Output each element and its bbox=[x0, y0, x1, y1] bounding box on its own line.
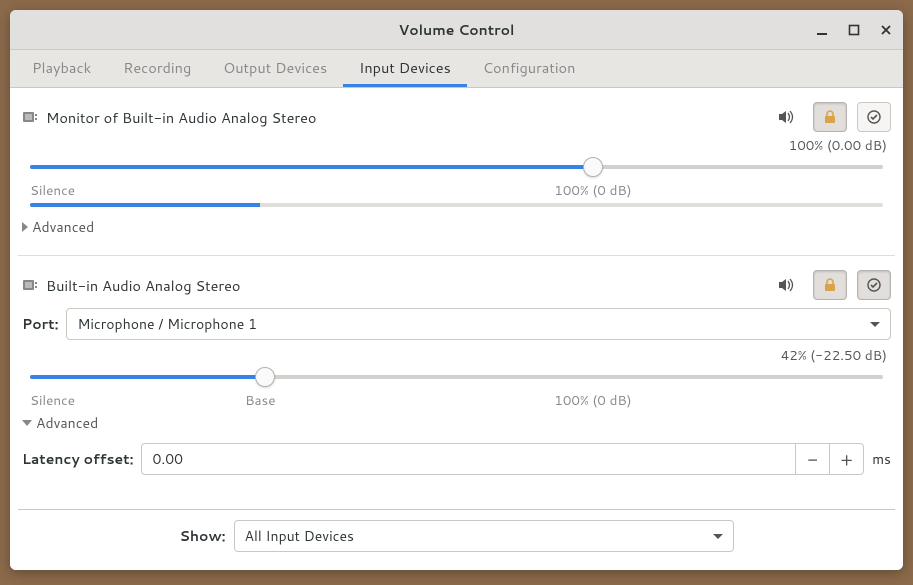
lock-channels-button[interactable] bbox=[813, 270, 847, 300]
titlebar: Volume Control bbox=[10, 10, 903, 50]
slider-label-100db: 100% (0 dB) bbox=[554, 391, 631, 410]
advanced-label: Advanced bbox=[36, 413, 98, 433]
chevron-down-icon bbox=[22, 420, 32, 426]
vu-meter bbox=[30, 203, 883, 207]
latency-decrement[interactable]: − bbox=[795, 444, 829, 474]
lock-channels-button[interactable] bbox=[813, 102, 847, 132]
port-select[interactable]: Microphone / Microphone 1 bbox=[66, 308, 891, 340]
volume-slider[interactable]: Silence Base 100% (0 dB) bbox=[22, 367, 891, 409]
lock-icon bbox=[822, 109, 838, 125]
device-name: Monitor of Built-in Audio Analog Stereo bbox=[46, 107, 761, 128]
volume-readout: 100% (0.00 dB) bbox=[22, 136, 891, 155]
mute-button[interactable] bbox=[769, 102, 803, 132]
volume-slider[interactable]: Silence 100% (0 dB) bbox=[22, 157, 891, 199]
chevron-right-icon bbox=[22, 222, 28, 232]
set-default-button[interactable] bbox=[857, 270, 891, 300]
latency-increment[interactable]: + bbox=[829, 444, 863, 474]
window-title: Volume Control bbox=[399, 20, 515, 40]
lock-icon bbox=[822, 277, 838, 293]
volume-readout: 42% (-22.50 dB) bbox=[22, 346, 891, 365]
latency-spinner: − + bbox=[141, 443, 864, 475]
mute-button[interactable] bbox=[769, 270, 803, 300]
audio-card-icon bbox=[22, 109, 38, 125]
slider-label-100db: 100% (0 dB) bbox=[554, 181, 631, 200]
show-select[interactable]: All Input Devices bbox=[234, 520, 734, 552]
speaker-icon bbox=[777, 108, 795, 126]
latency-label: Latency offset: bbox=[22, 449, 133, 469]
device-name: Built-in Audio Analog Stereo bbox=[46, 275, 761, 296]
advanced-toggle[interactable]: Advanced bbox=[22, 213, 891, 241]
tab-configuration[interactable]: Configuration bbox=[467, 50, 592, 87]
slider-label-silence: Silence bbox=[30, 391, 75, 410]
set-default-button[interactable] bbox=[857, 102, 891, 132]
advanced-toggle[interactable]: Advanced bbox=[22, 409, 891, 437]
tab-playback[interactable]: Playback bbox=[16, 50, 107, 87]
port-selected: Microphone / Microphone 1 bbox=[77, 314, 870, 334]
input-device: Built-in Audio Analog Stereo Port: Micro… bbox=[18, 255, 895, 489]
chevron-down-icon bbox=[713, 534, 723, 539]
tabs: Playback Recording Output Devices Input … bbox=[10, 50, 903, 88]
tab-output-devices[interactable]: Output Devices bbox=[207, 50, 343, 87]
audio-card-icon bbox=[22, 277, 38, 293]
port-label: Port: bbox=[22, 314, 58, 334]
window-controls bbox=[813, 21, 895, 39]
slider-label-base: Base bbox=[245, 391, 275, 410]
close-button[interactable] bbox=[877, 21, 895, 39]
tab-input-devices[interactable]: Input Devices bbox=[343, 50, 467, 87]
latency-input[interactable] bbox=[142, 444, 795, 474]
show-selected: All Input Devices bbox=[245, 526, 713, 546]
advanced-label: Advanced bbox=[32, 217, 94, 237]
volume-control-window: Volume Control Playback Recording Output… bbox=[10, 10, 903, 570]
input-device: Monitor of Built-in Audio Analog Stereo … bbox=[18, 102, 895, 255]
minimize-button[interactable] bbox=[813, 21, 831, 39]
show-label: Show: bbox=[179, 526, 225, 546]
slider-label-silence: Silence bbox=[30, 181, 75, 200]
latency-unit: ms bbox=[872, 449, 891, 469]
check-circle-icon bbox=[866, 109, 882, 125]
check-circle-icon bbox=[866, 277, 882, 293]
tab-recording[interactable]: Recording bbox=[107, 50, 207, 87]
speaker-icon bbox=[777, 276, 795, 294]
chevron-down-icon bbox=[870, 322, 880, 327]
maximize-button[interactable] bbox=[845, 21, 863, 39]
device-list: Monitor of Built-in Audio Analog Stereo … bbox=[10, 88, 903, 570]
footer: Show: All Input Devices bbox=[18, 509, 895, 562]
